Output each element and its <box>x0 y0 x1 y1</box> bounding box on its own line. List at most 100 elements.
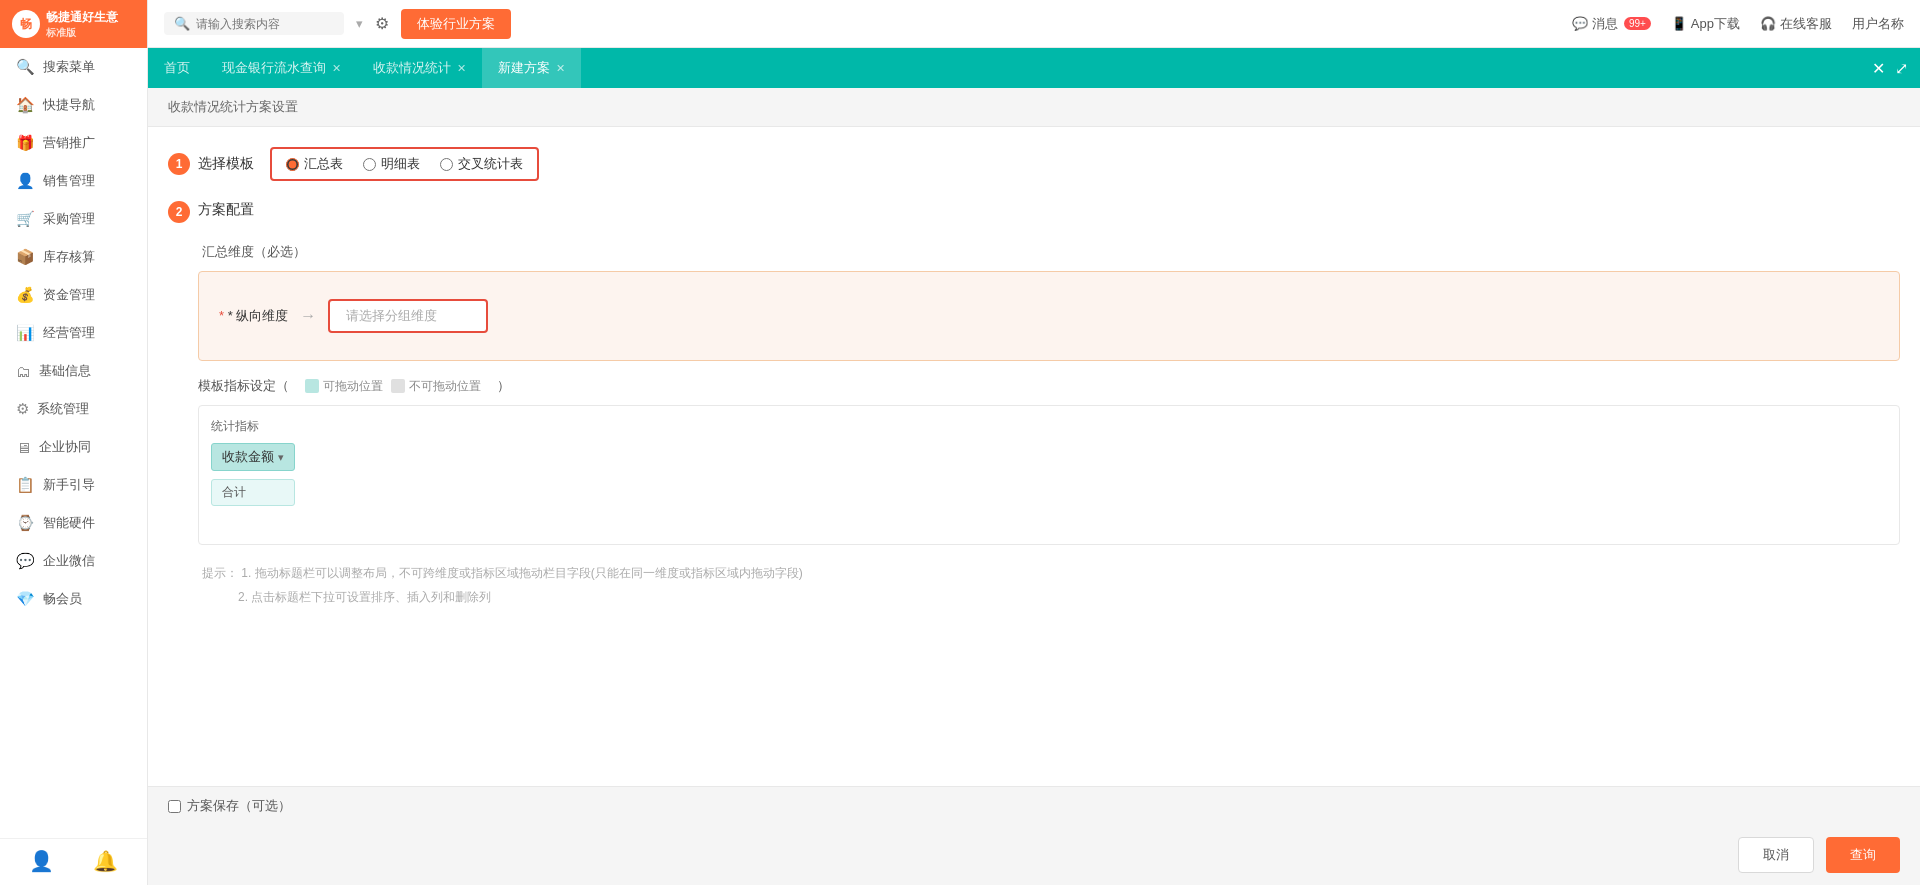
tab-new-plan[interactable]: 新建方案 ✕ <box>482 48 581 88</box>
smart-hardware-icon: ⌚ <box>16 514 35 532</box>
download-icon: 📱 <box>1671 16 1687 31</box>
template-options: 汇总表 明细表 交叉统计表 <box>270 147 539 181</box>
topbar-right: 💬 消息 99+ 📱 App下载 🎧 在线客服 用户名称 <box>1572 15 1904 33</box>
search-chevron-icon[interactable]: ▾ <box>356 16 363 31</box>
radio-summary[interactable] <box>286 158 299 171</box>
sidebar-item-search-menu[interactable]: 🔍 搜索菜单 <box>0 48 147 86</box>
tab-home[interactable]: 首页 <box>148 48 206 88</box>
avatar-icon: 👤 <box>29 849 54 873</box>
option-summary[interactable]: 汇总表 <box>286 155 343 173</box>
sidebar-item-purchase[interactable]: 🛒 采购管理 <box>0 200 147 238</box>
sidebar-label-enterprise-collab: 企业协同 <box>39 438 91 456</box>
tip2: 2. 点击标题栏下拉可设置排序、插入列和删除列 <box>202 585 1900 609</box>
radio-detail[interactable] <box>363 158 376 171</box>
nondraggable-legend-box <box>391 379 405 393</box>
sidebar-label-marketing: 营销推广 <box>43 134 95 152</box>
sidebar-label-smart-hardware: 智能硬件 <box>43 514 95 532</box>
sidebar-item-quick-nav[interactable]: 🏠 快捷导航 <box>0 86 147 124</box>
notification-item[interactable]: 💬 消息 99+ <box>1572 15 1651 33</box>
sidebar-footer: 👤 🔔 <box>0 838 147 885</box>
sidebar-item-enterprise-wechat[interactable]: 💬 企业微信 <box>0 542 147 580</box>
finance-icon: 💰 <box>16 286 35 304</box>
tab-new-plan-close-icon[interactable]: ✕ <box>556 62 565 75</box>
sidebar: 畅 畅捷通好生意 标准版 🔍 搜索菜单 🏠 快捷导航 🎁 营销推广 👤 销售管理… <box>0 0 148 885</box>
section-title: 收款情况统计方案设置 <box>168 99 298 114</box>
service-item[interactable]: 🎧 在线客服 <box>1760 15 1832 33</box>
trial-button[interactable]: 体验行业方案 <box>401 9 511 39</box>
metric-tag-collection-amount[interactable]: 收款金额 ▾ <box>211 443 295 471</box>
tab-bank-flow-close-icon[interactable]: ✕ <box>332 62 341 75</box>
tab-collection-stats[interactable]: 收款情况统计 ✕ <box>357 48 482 88</box>
page-content: 收款情况统计方案设置 1 选择模板 汇总表 明细表 <box>148 88 1920 885</box>
metric-tag-chevron-icon: ▾ <box>278 451 284 464</box>
expand-window-icon[interactable]: ⤢ <box>1895 59 1908 78</box>
logo-line1: 畅捷通好生意 <box>46 9 118 26</box>
tab-new-plan-label: 新建方案 <box>498 59 550 77</box>
metrics-tags: 收款金额 ▾ 合计 <box>211 443 295 506</box>
metrics-legend: 可拖动位置 不可拖动位置 <box>305 378 481 395</box>
sidebar-label-inventory: 库存核算 <box>43 248 95 266</box>
marketing-icon: 🎁 <box>16 134 35 152</box>
notification-label: 消息 <box>1592 15 1618 33</box>
sidebar-item-inventory[interactable]: 📦 库存核算 <box>0 238 147 276</box>
tab-bank-flow[interactable]: 现金银行流水查询 ✕ <box>206 48 357 88</box>
option-cross[interactable]: 交叉统计表 <box>440 155 523 173</box>
sidebar-item-sys-mgmt[interactable]: ⚙ 系统管理 <box>0 390 147 428</box>
notification-icon: 🔔 <box>93 849 118 873</box>
tabbar: 首页 现金银行流水查询 ✕ 收款情况统计 ✕ 新建方案 ✕ ✕ ⤢ <box>148 48 1920 88</box>
required-star: * <box>219 308 228 323</box>
close-window-icon[interactable]: ✕ <box>1872 59 1885 78</box>
main-content: 🔍 ▾ ⚙ 体验行业方案 💬 消息 99+ 📱 App下载 🎧 在线客服 用户名… <box>148 0 1920 885</box>
section-header: 收款情况统计方案设置 <box>148 88 1920 127</box>
save-option-label[interactable]: 方案保存（可选） <box>187 797 291 815</box>
sidebar-item-enterprise-collab[interactable]: 🖥 企业协同 <box>0 428 147 466</box>
sidebar-footer-notification[interactable]: 🔔 <box>93 849 118 875</box>
dimension-select[interactable]: 请选择分组维度 <box>328 299 488 333</box>
download-item[interactable]: 📱 App下载 <box>1671 15 1740 33</box>
save-checkbox[interactable] <box>168 800 181 813</box>
sidebar-label-base-info: 基础信息 <box>39 362 91 380</box>
action-buttons: 取消 查询 <box>148 825 1920 885</box>
sidebar-label-membership: 畅会员 <box>43 590 82 608</box>
query-button[interactable]: 查询 <box>1826 837 1900 873</box>
metrics-header: 模板指标设定（ 可拖动位置 不可拖动位置 ） <box>198 377 1900 395</box>
radio-cross[interactable] <box>440 158 453 171</box>
sidebar-label-sales: 销售管理 <box>43 172 95 190</box>
message-icon: 💬 <box>1572 16 1588 31</box>
sidebar-item-smart-hardware[interactable]: ⌚ 智能硬件 <box>0 504 147 542</box>
base-info-icon: 🗂 <box>16 363 31 380</box>
tab-collection-stats-close-icon[interactable]: ✕ <box>457 62 466 75</box>
form-footer: 方案保存（可选） 取消 查询 <box>148 786 1920 885</box>
user-item[interactable]: 用户名称 <box>1852 15 1904 33</box>
dimension-title: 汇总维度（必选） <box>198 243 1900 261</box>
sidebar-item-operations[interactable]: 📊 经营管理 <box>0 314 147 352</box>
option-detail[interactable]: 明细表 <box>363 155 420 173</box>
sidebar-item-newbie[interactable]: 📋 新手引导 <box>0 466 147 504</box>
search-input[interactable] <box>196 17 316 31</box>
quick-nav-icon: 🏠 <box>16 96 35 114</box>
dimension-label: * * 纵向维度 <box>219 307 288 325</box>
sidebar-item-marketing[interactable]: 🎁 营销推广 <box>0 124 147 162</box>
metrics-title-suffix: ） <box>497 377 510 395</box>
save-option-row: 方案保存（可选） <box>148 787 1920 825</box>
metrics-section: 模板指标设定（ 可拖动位置 不可拖动位置 ） 统计指标 <box>198 377 1900 545</box>
settings-gear-icon[interactable]: ⚙ <box>375 14 389 33</box>
metrics-container: 统计指标 收款金额 ▾ 合计 <box>198 405 1900 545</box>
sidebar-item-base-info[interactable]: 🗂 基础信息 <box>0 352 147 390</box>
user-name: 用户名称 <box>1852 15 1904 33</box>
inventory-icon: 📦 <box>16 248 35 266</box>
sidebar-footer-avatar[interactable]: 👤 <box>29 849 54 875</box>
sidebar-label-operations: 经营管理 <box>43 324 95 342</box>
metrics-group-label: 统计指标 <box>211 418 1887 435</box>
sidebar-item-finance[interactable]: 💰 资金管理 <box>0 276 147 314</box>
tip1: 1. 拖动标题栏可以调整布局，不可跨维度或指标区域拖动栏目字段(只能在同一维度或… <box>241 566 802 580</box>
search-box[interactable]: 🔍 <box>164 12 344 35</box>
form-container: 1 选择模板 汇总表 明细表 交叉统计表 <box>148 127 1920 786</box>
enterprise-wechat-icon: 💬 <box>16 552 35 570</box>
cancel-button[interactable]: 取消 <box>1738 837 1814 873</box>
sidebar-item-membership[interactable]: 💎 畅会员 <box>0 580 147 618</box>
sidebar-item-sales[interactable]: 👤 销售管理 <box>0 162 147 200</box>
sidebar-label-sys-mgmt: 系统管理 <box>37 400 89 418</box>
step2-row: 2 方案配置 <box>168 201 1900 223</box>
sys-mgmt-icon: ⚙ <box>16 400 29 418</box>
